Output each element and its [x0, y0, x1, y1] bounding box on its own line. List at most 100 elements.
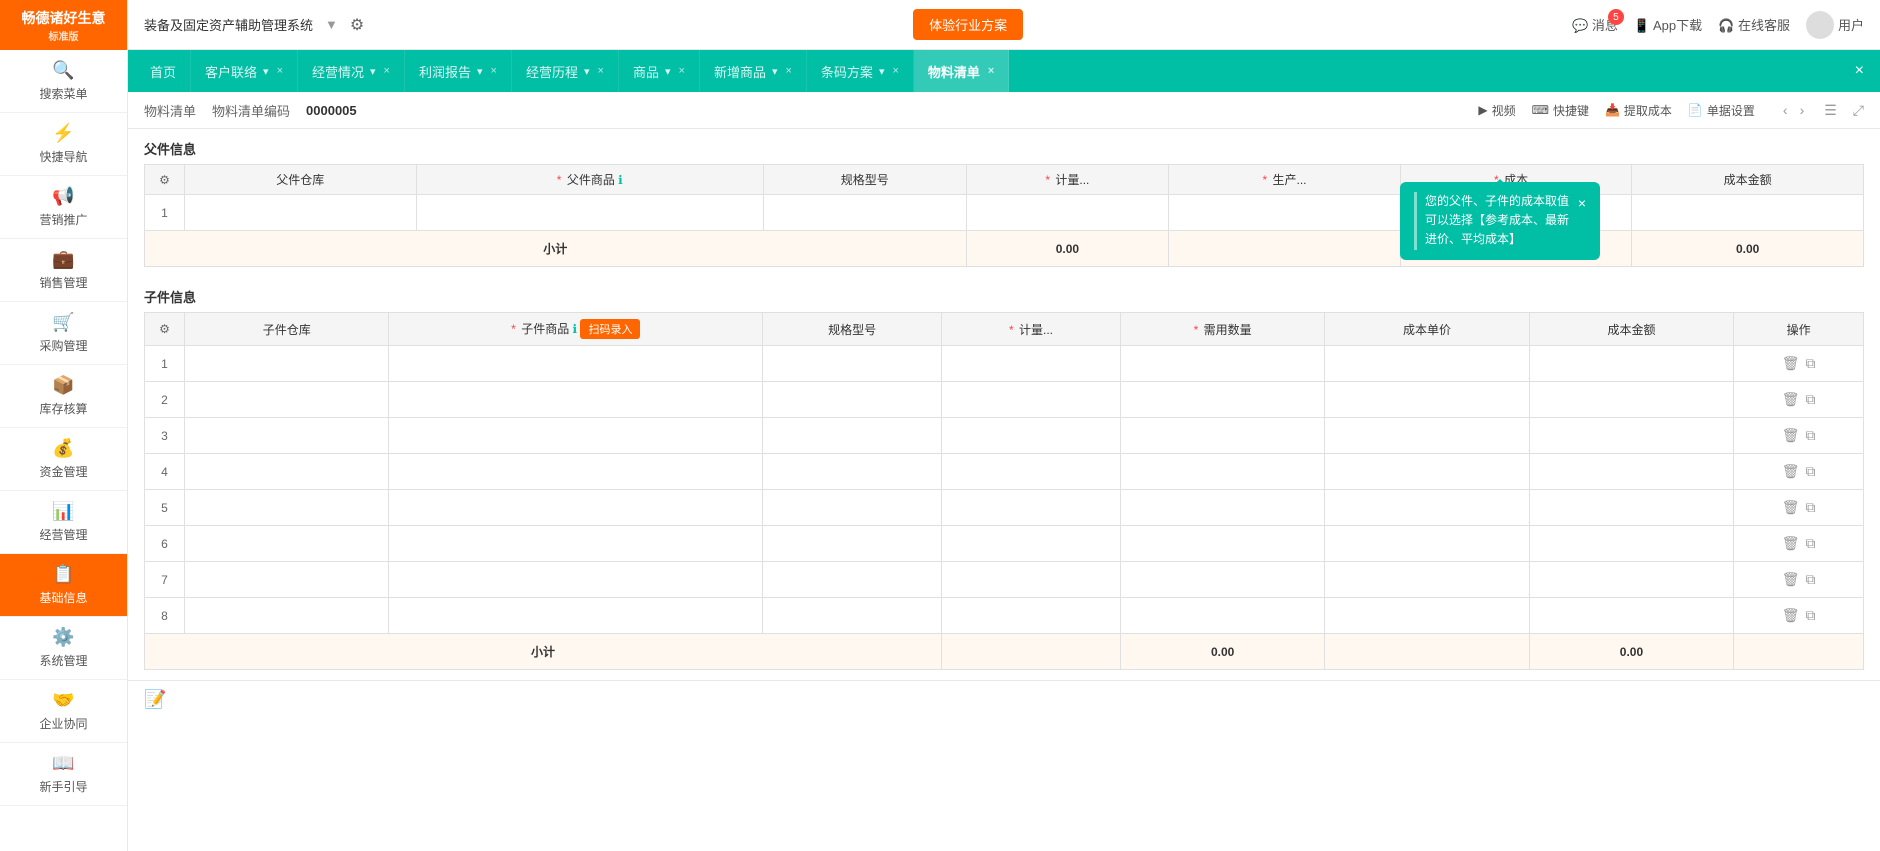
tab-operations-close[interactable]: ×: [384, 65, 390, 77]
parent-product-cell[interactable]: [416, 195, 763, 231]
parent-qty-cell[interactable]: [966, 195, 1169, 231]
sidebar-item-operations[interactable]: 📊 经营管理: [0, 491, 127, 554]
delete-icon[interactable]: 🗑: [1782, 607, 1800, 624]
tab-history-close[interactable]: ×: [598, 65, 604, 77]
child-spec-cell[interactable]: [763, 382, 942, 418]
child-warehouse-cell[interactable]: [185, 382, 389, 418]
child-cost-price-cell[interactable]: [1325, 490, 1529, 526]
parent-production-cell[interactable]: [1169, 195, 1401, 231]
child-warehouse-cell[interactable]: [185, 454, 389, 490]
child-product-cell[interactable]: [389, 346, 763, 382]
delete-icon[interactable]: 🗑: [1782, 571, 1800, 588]
delete-icon[interactable]: 🗑: [1782, 355, 1800, 372]
child-qty-cell[interactable]: [942, 490, 1121, 526]
user-avatar[interactable]: 用户: [1806, 11, 1864, 39]
sidebar-item-quicknav[interactable]: ⚡ 快捷导航: [0, 113, 127, 176]
child-cost-price-cell[interactable]: [1325, 598, 1529, 634]
prev-arrow[interactable]: ‹: [1779, 100, 1792, 120]
settings-icon[interactable]: ⚙: [350, 15, 364, 35]
copy-icon[interactable]: ⧉: [1805, 427, 1815, 444]
view-video-button[interactable]: ▶ 视频: [1478, 102, 1515, 119]
single-setting-button[interactable]: 📄 单据设置: [1688, 102, 1755, 119]
child-warehouse-cell[interactable]: [185, 526, 389, 562]
child-warehouse-cell[interactable]: [185, 490, 389, 526]
child-spec-cell[interactable]: [763, 598, 942, 634]
tab-bom[interactable]: 物料清单 ×: [914, 50, 1009, 92]
grid-view-icon[interactable]: ☰: [1824, 102, 1837, 119]
copy-icon[interactable]: ⧉: [1805, 607, 1815, 624]
child-product-cell[interactable]: [389, 418, 763, 454]
child-product-cell[interactable]: [389, 598, 763, 634]
child-qty-cell[interactable]: [942, 598, 1121, 634]
child-gear-icon[interactable]: ⚙: [159, 322, 170, 336]
nav-close-all[interactable]: ×: [1847, 62, 1872, 80]
online-service-button[interactable]: 🎧 在线客服: [1718, 15, 1790, 34]
child-cost-amount-cell[interactable]: [1529, 346, 1733, 382]
copy-icon[interactable]: ⧉: [1805, 355, 1815, 372]
child-qty-cell[interactable]: [942, 562, 1121, 598]
child-cost-price-cell[interactable]: [1325, 562, 1529, 598]
copy-icon[interactable]: ⧉: [1805, 535, 1815, 552]
sidebar-item-inventory[interactable]: 📦 库存核算: [0, 365, 127, 428]
child-needed-cell[interactable]: [1120, 562, 1324, 598]
child-warehouse-cell[interactable]: [185, 598, 389, 634]
trial-button[interactable]: 体验行业方案: [913, 9, 1023, 40]
gear-settings-icon[interactable]: ⚙: [159, 173, 170, 187]
child-spec-cell[interactable]: [763, 490, 942, 526]
child-spec-cell[interactable]: [763, 418, 942, 454]
messages-button[interactable]: 💬 消息 5: [1572, 15, 1618, 34]
tab-profit[interactable]: 利润报告 ▾ ×: [405, 50, 512, 92]
tab-barcode-close[interactable]: ×: [892, 65, 898, 77]
tab-goods-close[interactable]: ×: [679, 65, 685, 77]
tab-goods[interactable]: 商品 ▾ ×: [619, 50, 700, 92]
parent-spec-cell[interactable]: [763, 195, 966, 231]
child-needed-cell[interactable]: [1120, 382, 1324, 418]
shortcut-button[interactable]: ⌨ 快捷键: [1532, 102, 1589, 119]
sidebar-item-sales[interactable]: 💼 销售管理: [0, 239, 127, 302]
tab-operations[interactable]: 经营情况 ▾ ×: [298, 50, 405, 92]
child-cost-price-cell[interactable]: [1325, 454, 1529, 490]
child-cost-price-cell[interactable]: [1325, 346, 1529, 382]
child-cost-amount-cell[interactable]: [1529, 382, 1733, 418]
next-arrow[interactable]: ›: [1796, 100, 1809, 120]
tab-history[interactable]: 经营历程 ▾ ×: [512, 50, 619, 92]
tab-barcode[interactable]: 条码方案 ▾ ×: [807, 50, 914, 92]
delete-icon[interactable]: 🗑: [1782, 499, 1800, 516]
sidebar-item-basic-info[interactable]: 📋 基础信息: [0, 554, 127, 617]
app-download-button[interactable]: 📱 App下载: [1634, 15, 1702, 34]
dropdown-arrow-icon[interactable]: ▼: [325, 17, 338, 32]
copy-icon[interactable]: ⧉: [1805, 463, 1815, 480]
child-cost-amount-cell[interactable]: [1529, 562, 1733, 598]
tab-new-goods-close[interactable]: ×: [785, 65, 791, 77]
parent-warehouse-cell[interactable]: [185, 195, 417, 231]
child-cost-price-cell[interactable]: [1325, 418, 1529, 454]
tab-customer[interactable]: 客户联络 ▾ ×: [191, 50, 298, 92]
copy-icon[interactable]: ⧉: [1805, 571, 1815, 588]
sidebar-item-guide[interactable]: 📖 新手引导: [0, 743, 127, 806]
child-cost-amount-cell[interactable]: [1529, 454, 1733, 490]
tooltip-close-button[interactable]: ×: [1578, 192, 1586, 214]
sidebar-item-search[interactable]: 🔍 搜索菜单: [0, 50, 127, 113]
child-needed-cell[interactable]: [1120, 598, 1324, 634]
child-needed-cell[interactable]: [1120, 490, 1324, 526]
child-cost-amount-cell[interactable]: [1529, 490, 1733, 526]
sidebar-item-enterprise[interactable]: 🤝 企业协同: [0, 680, 127, 743]
child-cost-price-cell[interactable]: [1325, 382, 1529, 418]
child-spec-cell[interactable]: [763, 526, 942, 562]
sidebar-item-finance[interactable]: 💰 资金管理: [0, 428, 127, 491]
child-cost-price-cell[interactable]: [1325, 526, 1529, 562]
scan-button[interactable]: 扫码录入: [580, 319, 640, 339]
parent-cost-amount-cell[interactable]: [1632, 195, 1864, 231]
sidebar-item-marketing[interactable]: 📢 营销推广: [0, 176, 127, 239]
tab-bom-close[interactable]: ×: [988, 65, 994, 77]
tab-customer-close[interactable]: ×: [277, 65, 283, 77]
child-needed-cell[interactable]: [1120, 454, 1324, 490]
child-qty-cell[interactable]: [942, 346, 1121, 382]
delete-icon[interactable]: 🗑: [1782, 391, 1800, 408]
child-cost-amount-cell[interactable]: [1529, 598, 1733, 634]
child-warehouse-cell[interactable]: [185, 346, 389, 382]
extract-cost-button[interactable]: 📥 提取成本: [1605, 102, 1672, 119]
child-spec-cell[interactable]: [763, 562, 942, 598]
tab-home[interactable]: 首页: [136, 50, 191, 92]
child-warehouse-cell[interactable]: [185, 562, 389, 598]
